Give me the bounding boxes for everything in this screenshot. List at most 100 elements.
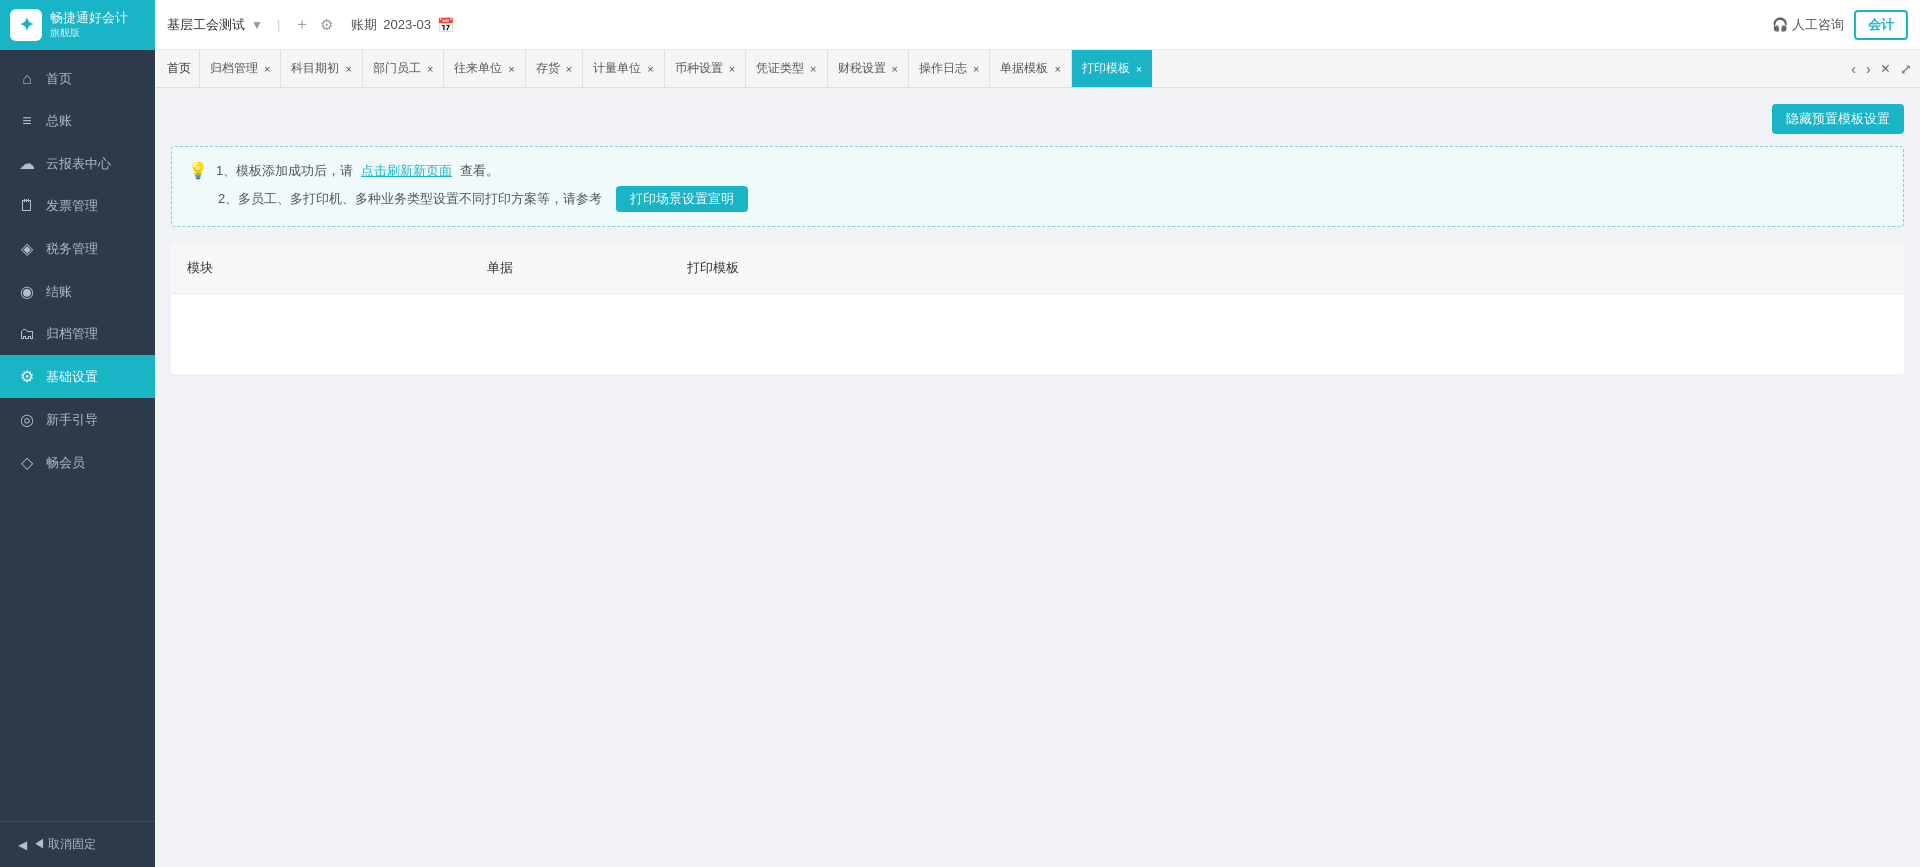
tab-home[interactable]: 首页 [159, 50, 200, 88]
tab-currency-close[interactable]: × [729, 63, 735, 75]
bulb-icon: 💡 [188, 161, 208, 180]
tab-dept[interactable]: 部门员工 × [363, 50, 444, 88]
period-value: 2023-03 [383, 17, 431, 32]
service-label: 人工咨询 [1792, 16, 1844, 34]
tab-currency[interactable]: 币种设置 × [665, 50, 746, 88]
tab-receipt-close[interactable]: × [1054, 63, 1060, 75]
topbar-right: 🎧 人工咨询 会计 [1772, 10, 1908, 40]
sidebar-item-archive[interactable]: 🗂 归档管理 [0, 313, 155, 355]
tab-archive[interactable]: 归档管理 × [200, 50, 281, 88]
info-box: 💡 1、模板添加成功后，请 点击刷新新页面 查看。 2、多员工、多打印机、多种业… [171, 146, 1904, 227]
tabbar: 首页 归档管理 × 科目期初 × 部门员工 × 往来单位 × 存货 × 计量单位… [155, 50, 1920, 88]
info-text-2: 2、多员工、多打印机、多种业务类型设置不同打印方案等，请参考 [218, 190, 602, 208]
tab-inventory-label: 存货 [536, 60, 560, 77]
col-header-voucher: 单据 [471, 253, 671, 283]
reports-icon: ☁ [18, 154, 36, 173]
tab-voucher-label: 凭证类型 [756, 60, 804, 77]
kuaiji-button[interactable]: 会计 [1854, 10, 1908, 40]
logo-sub: 旗舰版 [50, 26, 128, 40]
action-bar: 隐藏预置模板设置 [171, 104, 1904, 134]
tab-unit-close[interactable]: × [647, 63, 653, 75]
hide-settings-button[interactable]: 隐藏预置模板设置 [1772, 104, 1904, 134]
sidebar-item-label: 首页 [46, 70, 72, 88]
service-button[interactable]: 🎧 人工咨询 [1772, 16, 1844, 34]
page-content: 隐藏预置模板设置 💡 1、模板添加成功后，请 点击刷新新页面 查看。 2、多员工… [155, 88, 1920, 867]
sidebar-item-label: 畅会员 [46, 454, 85, 472]
tab-unit-label: 计量单位 [593, 60, 641, 77]
sidebar-unpin[interactable]: ◀ ◀ 取消固定 [0, 821, 155, 867]
tax-icon: ◈ [18, 239, 36, 258]
tab-subject-close[interactable]: × [345, 63, 351, 75]
sidebar-item-home[interactable]: ⌂ 首页 [0, 58, 155, 100]
tab-inventory[interactable]: 存货 × [526, 50, 583, 88]
tab-expand[interactable]: ⤢ [1896, 61, 1916, 77]
invoice-icon: 🗒 [18, 197, 36, 215]
main-area: 基层工会测试 ▼ | ＋ ⚙ 账期 2023-03 📅 🎧 人工咨询 会计 首页… [155, 0, 1920, 867]
tab-home-label: 首页 [167, 60, 191, 77]
tab-oplog[interactable]: 操作日志 × [909, 50, 990, 88]
company-name: 基层工会测试 [167, 16, 245, 34]
period-display: 账期 2023-03 📅 [351, 16, 454, 34]
headset-icon: 🎧 [1772, 17, 1788, 32]
sidebar-item-label: 归档管理 [46, 325, 98, 343]
sidebar-item-ledger[interactable]: ≡ 总账 [0, 100, 155, 142]
tab-voucher[interactable]: 凭证类型 × [746, 50, 827, 88]
tab-inventory-close[interactable]: × [566, 63, 572, 75]
tab-unit[interactable]: 计量单位 × [583, 50, 664, 88]
info-row-2: 2、多员工、多打印机、多种业务类型设置不同打印方案等，请参考 打印场景设置宣明 [188, 186, 1887, 212]
dropdown-icon: ▼ [251, 18, 263, 32]
tab-dept-close[interactable]: × [427, 63, 433, 75]
tab-close-all[interactable]: × [1877, 60, 1894, 78]
topbar-separator: | [277, 17, 280, 32]
tab-subject[interactable]: 科目期初 × [281, 50, 362, 88]
tab-print[interactable]: 打印模板 × [1072, 50, 1152, 88]
tab-finance-close[interactable]: × [892, 63, 898, 75]
add-company-icon[interactable]: ＋ [294, 14, 310, 35]
company-selector[interactable]: 基层工会测试 ▼ [167, 16, 263, 34]
tab-print-label: 打印模板 [1082, 60, 1130, 77]
table-body [171, 294, 1904, 374]
tab-finance[interactable]: 财税设置 × [828, 50, 909, 88]
explain-button[interactable]: 打印场景设置宣明 [616, 186, 748, 212]
sidebar-item-label: 新手引导 [46, 411, 98, 429]
sidebar-item-settings[interactable]: ⚙ 基础设置 [0, 355, 155, 398]
refresh-link[interactable]: 点击刷新新页面 [361, 162, 452, 180]
sidebar-item-member[interactable]: ◇ 畅会员 [0, 441, 155, 484]
col-header-template: 打印模板 [671, 253, 1904, 283]
table-header: 模块 单据 打印模板 [171, 243, 1904, 294]
tab-scroll-right[interactable]: › [1862, 61, 1875, 77]
unpin-label: ◀ 取消固定 [33, 836, 96, 853]
sidebar-item-label: 总账 [46, 112, 72, 130]
tab-dept-label: 部门员工 [373, 60, 421, 77]
settings-gear-icon[interactable]: ⚙ [320, 16, 333, 34]
unpin-icon: ◀ [18, 838, 27, 852]
sidebar-item-label: 基础设置 [46, 368, 98, 386]
tab-archive-close[interactable]: × [264, 63, 270, 75]
tab-supplier-close[interactable]: × [508, 63, 514, 75]
tab-subject-label: 科目期初 [291, 60, 339, 77]
tab-archive-label: 归档管理 [210, 60, 258, 77]
sidebar-item-tax[interactable]: ◈ 税务管理 [0, 227, 155, 270]
sidebar-item-label: 税务管理 [46, 240, 98, 258]
tab-finance-label: 财税设置 [838, 60, 886, 77]
sidebar-item-guide[interactable]: ◎ 新手引导 [0, 398, 155, 441]
sidebar-item-checkout[interactable]: ◉ 结账 [0, 270, 155, 313]
sidebar-item-label: 结账 [46, 283, 72, 301]
tab-oplog-close[interactable]: × [973, 63, 979, 75]
sidebar-item-reports[interactable]: ☁ 云报表中心 [0, 142, 155, 185]
logo-icon: ✦ [10, 9, 42, 41]
tab-receipt[interactable]: 单据模板 × [990, 50, 1071, 88]
tab-voucher-close[interactable]: × [810, 63, 816, 75]
tab-scroll-left[interactable]: ‹ [1847, 61, 1860, 77]
settings-icon: ⚙ [18, 367, 36, 386]
ledger-icon: ≡ [18, 112, 36, 130]
archive-icon: 🗂 [18, 325, 36, 343]
col-header-module: 模块 [171, 253, 471, 283]
sidebar-item-label: 云报表中心 [46, 155, 111, 173]
calendar-icon[interactable]: 📅 [437, 17, 454, 33]
tab-currency-label: 币种设置 [675, 60, 723, 77]
tab-supplier[interactable]: 往来单位 × [444, 50, 525, 88]
tab-print-close[interactable]: × [1136, 63, 1142, 75]
sidebar-item-invoice[interactable]: 🗒 发票管理 [0, 185, 155, 227]
info-text-1-post: 查看。 [460, 162, 499, 180]
